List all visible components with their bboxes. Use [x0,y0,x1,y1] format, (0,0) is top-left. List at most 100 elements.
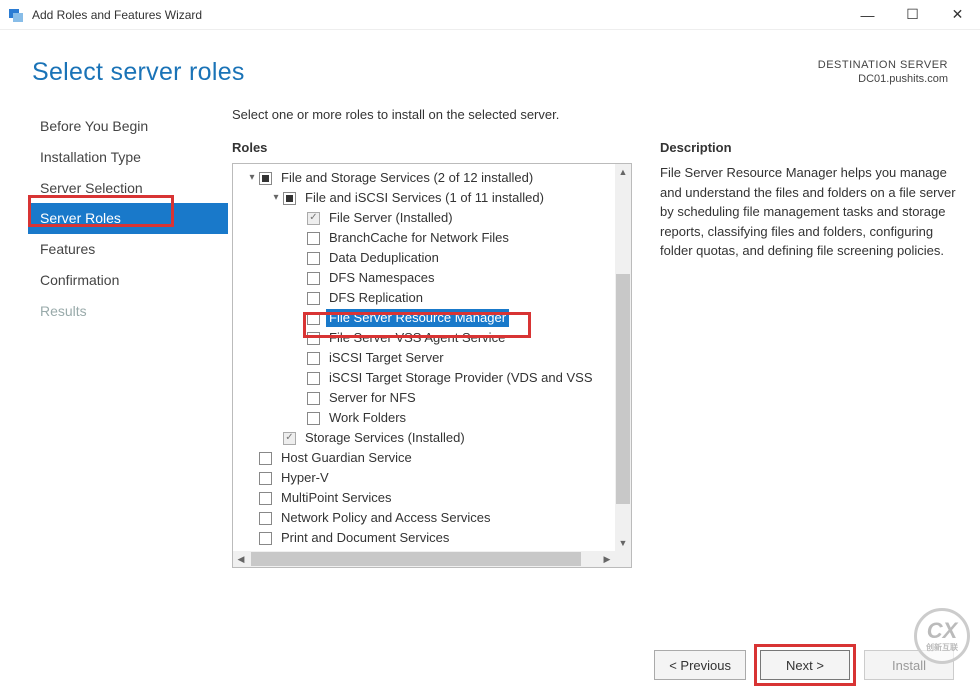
checkbox[interactable] [307,352,320,365]
tree-node-label[interactable]: DFS Replication [326,289,426,307]
tree-node-label[interactable]: File and Storage Services (2 of 12 insta… [278,169,536,187]
tree-node-label[interactable]: Data Deduplication [326,249,442,267]
sidebar-item-installation-type[interactable]: Installation Type [28,142,228,173]
tree-node[interactable]: Print and Document Services [233,528,615,548]
tree-node-label[interactable]: Network Policy and Access Services [278,509,494,527]
tree-node[interactable]: iSCSI Target Storage Provider (VDS and V… [233,368,615,388]
checkbox[interactable] [307,312,320,325]
horizontal-scrollbar[interactable]: ◀ ▶ [233,551,615,567]
window-controls: — ☐ ✕ [845,0,980,30]
tree-node[interactable]: Work Folders [233,408,615,428]
hscroll-thumb[interactable] [251,552,581,566]
tree-node[interactable]: Server for NFS [233,388,615,408]
tree-node-label[interactable]: MultiPoint Services [278,489,395,507]
maximize-button[interactable]: ☐ [890,0,935,30]
tree-node-label[interactable]: File and iSCSI Services (1 of 11 install… [302,189,547,207]
description-column: Description File Server Resource Manager… [660,107,956,629]
tree-node-label[interactable]: iSCSI Target Server [326,349,447,367]
sidebar-item-server-selection[interactable]: Server Selection [28,173,228,204]
sidebar-item-features[interactable]: Features [28,234,228,265]
checkbox[interactable] [307,332,320,345]
vscroll-thumb[interactable] [616,274,630,504]
sidebar-item-server-roles[interactable]: Server Roles [28,203,228,234]
tree-node-label[interactable]: Hyper-V [278,469,332,487]
tree-node-label[interactable]: File Server VSS Agent Service [326,329,508,347]
watermark-text1: 创新互联 [926,642,958,653]
roles-label: Roles [232,140,632,155]
description-label: Description [660,140,956,155]
checkbox [307,212,320,225]
checkbox[interactable] [307,272,320,285]
tree-node[interactable]: File Server (Installed) [233,208,615,228]
close-button[interactable]: ✕ [935,0,980,30]
sidebar-item-results: Results [28,296,228,327]
tree-node[interactable]: ▾ File and Storage Services (2 of 12 inst… [233,168,615,188]
scroll-left-icon[interactable]: ◀ [233,551,249,567]
scroll-down-icon[interactable]: ▼ [615,535,631,551]
spacer [660,107,956,122]
tree-node-label[interactable]: Work Folders [326,409,409,427]
checkbox[interactable] [307,412,320,425]
previous-button[interactable]: < Previous [654,650,746,680]
checkbox[interactable] [307,292,320,305]
tree-node[interactable]: MultiPoint Services [233,488,615,508]
tree-node[interactable]: DFS Replication [233,288,615,308]
checkbox[interactable] [307,252,320,265]
tree-node[interactable]: File Server Resource Manager [233,308,615,328]
tree-node[interactable]: Network Policy and Access Services [233,508,615,528]
next-button[interactable]: Next > [760,650,850,680]
tree-node[interactable]: DFS Namespaces [233,268,615,288]
sidebar: Before You BeginInstallation TypeServer … [28,99,228,629]
watermark-logo: CX [927,620,958,642]
checkbox[interactable] [259,532,272,545]
checkbox[interactable] [307,372,320,385]
tree-node[interactable]: Hyper-V [233,468,615,488]
scroll-right-icon[interactable]: ▶ [599,551,615,567]
tree-node[interactable]: ▾ File and iSCSI Services (1 of 11 instal… [233,188,615,208]
scroll-up-icon[interactable]: ▲ [615,164,631,180]
destination-block: DESTINATION SERVER DC01.pushits.com [818,58,948,87]
title-bar: Add Roles and Features Wizard — ☐ ✕ [0,0,980,30]
tree-node-label[interactable]: Host Guardian Service [278,449,415,467]
checkbox[interactable] [259,172,272,185]
expander-icon[interactable]: ▾ [245,169,259,187]
content: Select one or more roles to install on t… [228,99,956,629]
page-title: Select server roles [32,58,245,87]
tree-node-label[interactable]: Server for NFS [326,389,419,407]
checkbox[interactable] [259,492,272,505]
footer-buttons: < Previous Next > Install [654,644,954,686]
destination-label: DESTINATION SERVER [818,58,948,72]
checkbox[interactable] [259,452,272,465]
tree-node[interactable]: File Server VSS Agent Service [233,328,615,348]
minimize-button[interactable]: — [845,0,890,30]
tree-node[interactable]: BranchCache for Network Files [233,228,615,248]
tree-node-label[interactable]: iSCSI Target Storage Provider (VDS and V… [326,369,596,387]
sidebar-item-before-you-begin[interactable]: Before You Begin [28,111,228,142]
tree-node-label[interactable]: File Server (Installed) [326,209,456,227]
tree-node-label[interactable]: BranchCache for Network Files [326,229,512,247]
instruction-text: Select one or more roles to install on t… [232,107,632,122]
scroll-corner [615,551,631,567]
tree-node[interactable]: iSCSI Target Server [233,348,615,368]
tree-node-label[interactable]: DFS Namespaces [326,269,437,287]
checkbox [283,432,296,445]
vertical-scrollbar[interactable]: ▲ ▼ [615,164,631,551]
tree-node-label[interactable]: Storage Services (Installed) [302,429,468,447]
tree-viewport: ▾ File and Storage Services (2 of 12 inst… [233,164,615,551]
tree-node-label[interactable]: File Server Resource Manager [326,309,509,327]
description-text: File Server Resource Manager helps you m… [660,163,956,261]
expander-icon[interactable]: ▾ [269,189,283,207]
tree-node[interactable]: Data Deduplication [233,248,615,268]
checkbox[interactable] [259,472,272,485]
tree-node-label[interactable]: Print and Document Services [278,529,452,547]
tree-node[interactable]: Host Guardian Service [233,448,615,468]
tree-node[interactable]: Storage Services (Installed) [233,428,615,448]
sidebar-item-confirmation[interactable]: Confirmation [28,265,228,296]
checkbox[interactable] [283,192,296,205]
annotation-highlight-next: Next > [754,644,856,686]
roles-tree: ▾ File and Storage Services (2 of 12 inst… [232,163,632,568]
roles-column: Select one or more roles to install on t… [232,107,632,629]
checkbox[interactable] [307,392,320,405]
checkbox[interactable] [307,232,320,245]
checkbox[interactable] [259,512,272,525]
